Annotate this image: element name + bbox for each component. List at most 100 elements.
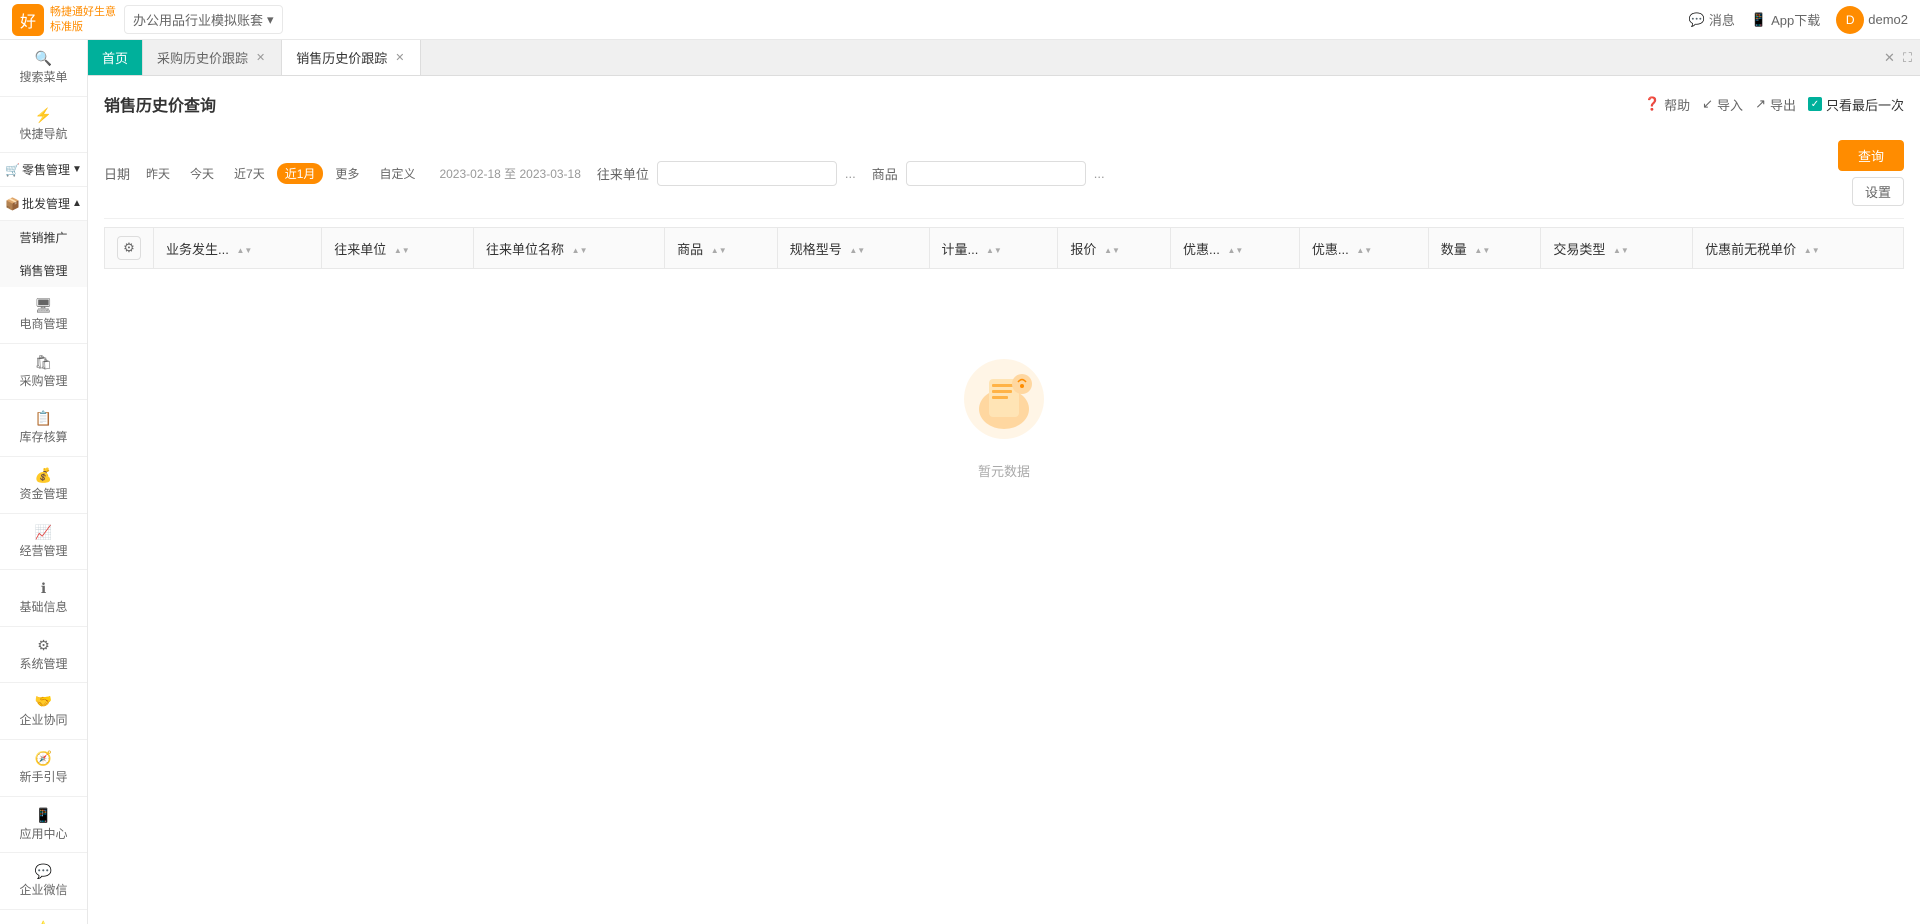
table-header-discount2[interactable]: 优惠... ▲▼	[1299, 228, 1428, 269]
sort-arrows-price: ▲▼	[1104, 246, 1120, 255]
sidebar-item-sales-mgmt[interactable]: 销售管理	[0, 254, 87, 287]
user-item[interactable]: D demo2	[1836, 6, 1908, 34]
sidebar-item-enterprise[interactable]: 🤝 企业协同	[0, 683, 87, 740]
tab-close-all-icon[interactable]: ✕	[1884, 50, 1895, 66]
sidebar-item-member[interactable]: ⭐ 畅会员	[0, 910, 87, 924]
sidebar: 🔍 搜索菜单 ⚡ 快捷导航 🛒 零售管理 ▼ 📦 批发管理 ▲ 营销推广 销售管…	[0, 40, 88, 924]
page-title: 销售历史价查询	[104, 92, 216, 116]
source-label: 往来单位	[597, 164, 649, 183]
date-option-yesterday[interactable]: 昨天	[138, 163, 178, 184]
data-table: ⚙ 业务发生... ▲▼ 往来单位 ▲▼ 往来单位名称 ▲▼	[104, 227, 1904, 269]
date-option-7days[interactable]: 近7天	[226, 163, 273, 184]
operations-icon: 📈	[35, 524, 52, 541]
sidebar-item-retail[interactable]: 🛒 零售管理 ▼	[0, 153, 87, 187]
app-center-icon: 📱	[35, 807, 52, 824]
app-selector[interactable]: 办公用品行业模拟账套 ▾	[124, 5, 283, 34]
date-range-display: 2023-02-18 至 2023-03-18	[439, 165, 580, 182]
table-header-counterpart-name[interactable]: 往来单位名称 ▲▼	[474, 228, 665, 269]
sidebar-item-guide[interactable]: 🧭 新手引导	[0, 740, 87, 797]
sidebar-item-inventory[interactable]: 📋 库存核算	[0, 400, 87, 457]
sidebar-item-finance[interactable]: 💰 资金管理	[0, 457, 87, 514]
help-icon: ❓	[1644, 96, 1660, 112]
tab-maximize-icon[interactable]: ⛶	[1903, 50, 1912, 66]
table-header-counterpart[interactable]: 往来单位 ▲▼	[322, 228, 474, 269]
help-action[interactable]: ❓ 帮助	[1644, 95, 1690, 114]
table-header-unit[interactable]: 计量... ▲▼	[929, 228, 1058, 269]
top-bar-left: 好 畅捷通好生意 标准版 办公用品行业模拟账套 ▾	[12, 4, 283, 36]
table-header-price[interactable]: 报价 ▲▼	[1058, 228, 1171, 269]
sort-arrows-discount2: ▲▼	[1356, 246, 1372, 255]
sidebar-item-wechat[interactable]: 💬 企业微信	[0, 853, 87, 910]
logo-area: 好 畅捷通好生意 标准版	[12, 4, 116, 36]
query-button[interactable]: 查询	[1838, 140, 1904, 171]
import-action[interactable]: ↙ 导入	[1702, 95, 1743, 114]
only-last-checkbox[interactable]: ✓ 只看最后一次	[1808, 95, 1904, 114]
source-dots[interactable]: ...	[845, 166, 856, 181]
chevron-up-icon: ▲	[72, 198, 82, 209]
sidebar-item-wholesale[interactable]: 📦 批发管理 ▲	[0, 187, 87, 221]
table-header-quantity[interactable]: 数量 ▲▼	[1428, 228, 1541, 269]
top-bar: 好 畅捷通好生意 标准版 办公用品行业模拟账套 ▾ 💬 消息 📱 App下载 D…	[0, 0, 1920, 40]
inventory-icon: 📋	[35, 410, 52, 427]
table-header-no-tax-price[interactable]: 优惠前无税单价 ▲▼	[1693, 228, 1904, 269]
sort-arrows-unit: ▲▼	[986, 246, 1002, 255]
wholesale-icon: 📦	[5, 197, 20, 211]
date-range-group: 2023-02-18 至 2023-03-18	[439, 165, 580, 182]
table-header-settings: ⚙	[105, 228, 154, 269]
sidebar-item-operations[interactable]: 📈 经营管理	[0, 514, 87, 571]
product-dots[interactable]: ...	[1094, 166, 1105, 181]
date-option-custom[interactable]: 自定义	[371, 163, 423, 184]
app-download-item[interactable]: 📱 App下载	[1751, 10, 1820, 29]
message-item[interactable]: 💬 消息	[1689, 10, 1735, 29]
page-title-area: 销售历史价查询 ❓ 帮助 ↙ 导入 ↗ 导出 ✓	[104, 92, 1904, 116]
tab-sales-history[interactable]: 销售历史价跟踪 ✕	[282, 40, 421, 75]
product-filter-group: 商品 ...	[872, 161, 1105, 186]
tab-home[interactable]: 首页	[88, 40, 143, 75]
import-icon: ↙	[1702, 96, 1713, 112]
table-header-spec[interactable]: 规格型号 ▲▼	[777, 228, 929, 269]
sidebar-item-base-info[interactable]: ℹ 基础信息	[0, 570, 87, 627]
sidebar-item-ecommerce[interactable]: 🖥 电商管理	[0, 287, 87, 344]
sidebar-item-app-center[interactable]: 📱 应用中心	[0, 797, 87, 854]
retail-icon: 🛒	[5, 163, 20, 177]
sidebar-item-marketing[interactable]: 营销推广	[0, 221, 87, 254]
date-option-1month[interactable]: 近1月	[277, 163, 324, 184]
product-input[interactable]	[906, 161, 1086, 186]
date-option-more[interactable]: 更多	[327, 163, 367, 184]
tab-purchase-history[interactable]: 采购历史价跟踪 ✕	[143, 40, 282, 75]
logo-text: 畅捷通好生意 标准版	[50, 5, 116, 34]
shortcut-icon: ⚡	[35, 107, 52, 124]
tab-close-sales[interactable]: ✕	[393, 49, 406, 66]
finance-icon: 💰	[35, 467, 52, 484]
avatar: D	[1836, 6, 1864, 34]
sidebar-item-system[interactable]: ⚙ 系统管理	[0, 627, 87, 684]
export-action[interactable]: ↗ 导出	[1755, 95, 1796, 114]
page-title-actions: ❓ 帮助 ↙ 导入 ↗ 导出 ✓ 只看最后一次	[1644, 95, 1904, 114]
page-content: 销售历史价查询 ❓ 帮助 ↙ 导入 ↗ 导出 ✓	[88, 76, 1920, 924]
main-layout: 🔍 搜索菜单 ⚡ 快捷导航 🛒 零售管理 ▼ 📦 批发管理 ▲ 营销推广 销售管…	[0, 40, 1920, 924]
sidebar-item-purchase[interactable]: 🛍 采购管理	[0, 344, 87, 401]
date-label: 日期	[104, 164, 130, 183]
source-input[interactable]	[657, 161, 837, 186]
tab-close-purchase[interactable]: ✕	[254, 49, 267, 66]
sort-arrows-trade-type: ▲▼	[1613, 246, 1629, 255]
sidebar-item-search[interactable]: 🔍 搜索菜单	[0, 40, 87, 97]
settings-button[interactable]: 设置	[1852, 177, 1904, 206]
enterprise-icon: 🤝	[35, 693, 52, 710]
table-header-biz-date[interactable]: 业务发生... ▲▼	[154, 228, 322, 269]
purchase-icon: 🛍	[35, 354, 53, 371]
date-option-today[interactable]: 今天	[182, 163, 222, 184]
column-settings-button[interactable]: ⚙	[117, 236, 141, 260]
sort-arrows-quantity: ▲▼	[1474, 246, 1490, 255]
table-header-discount1[interactable]: 优惠... ▲▼	[1170, 228, 1299, 269]
empty-illustration	[954, 349, 1054, 449]
table-header-product[interactable]: 商品 ▲▼	[665, 228, 778, 269]
content-area: 首页 采购历史价跟踪 ✕ 销售历史价跟踪 ✕ ✕ ⛶ 销售历史价查询	[88, 40, 1920, 924]
table-header-row: ⚙ 业务发生... ▲▼ 往来单位 ▲▼ 往来单位名称 ▲▼	[105, 228, 1904, 269]
system-icon: ⚙	[37, 637, 50, 654]
table-header-trade-type[interactable]: 交易类型 ▲▼	[1541, 228, 1693, 269]
sidebar-item-shortcut[interactable]: ⚡ 快捷导航	[0, 97, 87, 154]
sort-arrows-biz-date: ▲▼	[236, 246, 252, 255]
message-icon: 💬	[1689, 12, 1705, 28]
tab-bar-actions: ✕ ⛶	[1876, 40, 1920, 75]
